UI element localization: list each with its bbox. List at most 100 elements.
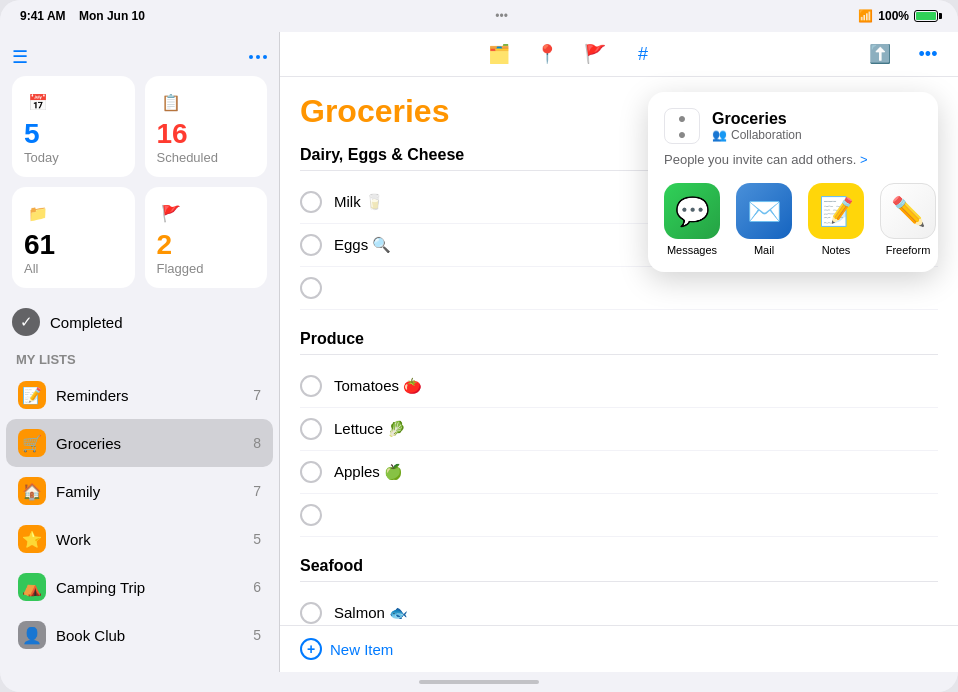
reminder-tomatoes: Tomatoes 🍅 <box>300 365 938 408</box>
toolbar-flag-icon[interactable]: 🚩 <box>581 40 609 68</box>
sidebar-item-bookclub[interactable]: 👤 Book Club 5 <box>6 611 273 659</box>
sidebar: ☰ 📅 5 Today 📋 16 Scheduled 📁 <box>0 32 280 672</box>
flagged-label: Flagged <box>157 261 204 276</box>
share-list-name: Groceries <box>712 110 802 128</box>
reminder-milk-text: Milk 🥛 <box>334 193 384 211</box>
bookclub-icon: 👤 <box>18 621 46 649</box>
groceries-count: 8 <box>253 435 261 451</box>
camping-name: Camping Trip <box>56 579 243 596</box>
family-name: Family <box>56 483 243 500</box>
reminders-icon: 📝 <box>18 381 46 409</box>
toolbar-hash-icon[interactable]: # <box>629 40 657 68</box>
sidebar-item-camping[interactable]: ⛺ Camping Trip 6 <box>6 563 273 611</box>
all-icon: 📁 <box>24 199 52 227</box>
sidebar-more-icon[interactable] <box>249 55 267 59</box>
home-indicator <box>0 672 958 692</box>
device-frame: 9:41 AM Mon Jun 10 ••• 📶 100% ☰ <box>0 0 958 692</box>
freeform-label: Freeform <box>886 244 931 256</box>
camping-count: 6 <box>253 579 261 595</box>
bookclub-name: Book Club <box>56 627 243 644</box>
sidebar-toggle-icon[interactable]: ☰ <box>12 46 28 68</box>
sidebar-item-family[interactable]: 🏠 Family 7 <box>6 467 273 515</box>
reminder-milk-circle[interactable] <box>300 191 322 213</box>
sidebar-top-bar: ☰ <box>0 42 279 76</box>
completed-icon: ✓ <box>12 308 40 336</box>
toolbar-location-icon[interactable]: 📍 <box>533 40 561 68</box>
sidebar-item-reminders[interactable]: 📝 Reminders 7 <box>6 371 273 419</box>
toolbar-inbox-icon[interactable]: 🗂️ <box>485 40 513 68</box>
reminder-tomatoes-text: Tomatoes 🍅 <box>334 377 422 395</box>
share-list-icon: ●● <box>664 108 700 144</box>
bookclub-count: 5 <box>253 627 261 643</box>
share-app-mail[interactable]: ✉️ Mail <box>736 183 792 256</box>
reminder-salmon: Salmon 🐟 <box>300 592 938 625</box>
completed-label: Completed <box>50 314 123 331</box>
scheduled-icon: 📋 <box>157 88 185 116</box>
scheduled-count: 16 <box>157 120 188 148</box>
new-item-row[interactable]: + New Item <box>280 625 958 672</box>
scheduled-tile[interactable]: 📋 16 Scheduled <box>145 76 268 177</box>
mail-label: Mail <box>754 244 774 256</box>
status-right: 📶 100% <box>858 9 938 23</box>
reminder-eggs-text: Eggs 🔍 <box>334 236 391 254</box>
status-center: ••• <box>495 9 508 23</box>
toolbar-share-icon[interactable]: ⬆️ <box>866 40 894 68</box>
status-time: 9:41 AM Mon Jun 10 <box>20 9 145 23</box>
reminder-lettuce-text: Lettuce 🥬 <box>334 420 406 438</box>
notes-icon: 📝 <box>808 183 864 239</box>
flagged-count: 2 <box>157 231 173 259</box>
notes-label: Notes <box>822 244 851 256</box>
add-list-button[interactable]: Add List <box>0 659 279 672</box>
reminder-lettuce-circle[interactable] <box>300 418 322 440</box>
camping-icon: ⛺ <box>18 573 46 601</box>
section-seafood: Seafood Salmon 🐟 <box>300 557 938 625</box>
reminders-count: 7 <box>253 387 261 403</box>
all-tile[interactable]: 📁 61 All <box>12 187 135 288</box>
section-produce-title: Produce <box>300 330 938 355</box>
work-icon: ⭐ <box>18 525 46 553</box>
scheduled-label: Scheduled <box>157 150 218 165</box>
share-header: ●● Groceries 👥 Collaboration <box>664 108 922 144</box>
home-bar <box>419 680 539 684</box>
reminder-apples-circle[interactable] <box>300 461 322 483</box>
share-invite-link[interactable]: > <box>860 152 868 167</box>
status-bar: 9:41 AM Mon Jun 10 ••• 📶 100% <box>0 0 958 32</box>
mail-icon: ✉️ <box>736 183 792 239</box>
share-app-notes[interactable]: 📝 Notes <box>808 183 864 256</box>
share-list-info: Groceries 👥 Collaboration <box>712 110 802 142</box>
flagged-icon: 🚩 <box>157 199 185 227</box>
reminder-tomatoes-circle[interactable] <box>300 375 322 397</box>
groceries-name: Groceries <box>56 435 243 452</box>
all-count: 61 <box>24 231 55 259</box>
reminder-dairy-empty <box>300 267 938 310</box>
share-apps: 💬 Messages ✉️ Mail 📝 Notes ✏️ Freeform <box>664 183 922 256</box>
reminder-eggs-circle[interactable] <box>300 234 322 256</box>
reminder-lettuce: Lettuce 🥬 <box>300 408 938 451</box>
family-count: 7 <box>253 483 261 499</box>
section-seafood-title: Seafood <box>300 557 938 582</box>
sidebar-item-work[interactable]: ⭐ Work 5 <box>6 515 273 563</box>
flagged-tile[interactable]: 🚩 2 Flagged <box>145 187 268 288</box>
sidebar-item-groceries[interactable]: 🛒 Groceries 8 <box>6 419 273 467</box>
share-app-messages[interactable]: 💬 Messages <box>664 183 720 256</box>
reminder-produce-empty-circle[interactable] <box>300 504 322 526</box>
battery-icon <box>914 10 938 22</box>
completed-row[interactable]: ✓ Completed <box>0 300 279 344</box>
today-count: 5 <box>24 120 40 148</box>
reminder-salmon-circle[interactable] <box>300 602 322 624</box>
today-tile[interactable]: 📅 5 Today <box>12 76 135 177</box>
today-icon: 📅 <box>24 88 52 116</box>
toolbar-more-icon[interactable]: ••• <box>914 40 942 68</box>
work-count: 5 <box>253 531 261 547</box>
share-app-freeform[interactable]: ✏️ Freeform <box>880 183 936 256</box>
groceries-icon: 🛒 <box>18 429 46 457</box>
section-produce: Produce Tomatoes 🍅 Lettuce 🥬 Apples 🍏 <box>300 330 938 537</box>
new-item-plus-icon: + <box>300 638 322 660</box>
all-label: All <box>24 261 38 276</box>
reminder-dairy-empty-circle[interactable] <box>300 277 322 299</box>
detail-pane: 🗂️ 📍 🚩 # ⬆️ ••• Groceries Dairy, Eggs & … <box>280 32 958 672</box>
new-item-label: New Item <box>330 641 393 658</box>
share-collab-label: 👥 Collaboration <box>712 128 802 142</box>
reminder-apples-text: Apples 🍏 <box>334 463 403 481</box>
wifi-icon: 📶 <box>858 9 873 23</box>
